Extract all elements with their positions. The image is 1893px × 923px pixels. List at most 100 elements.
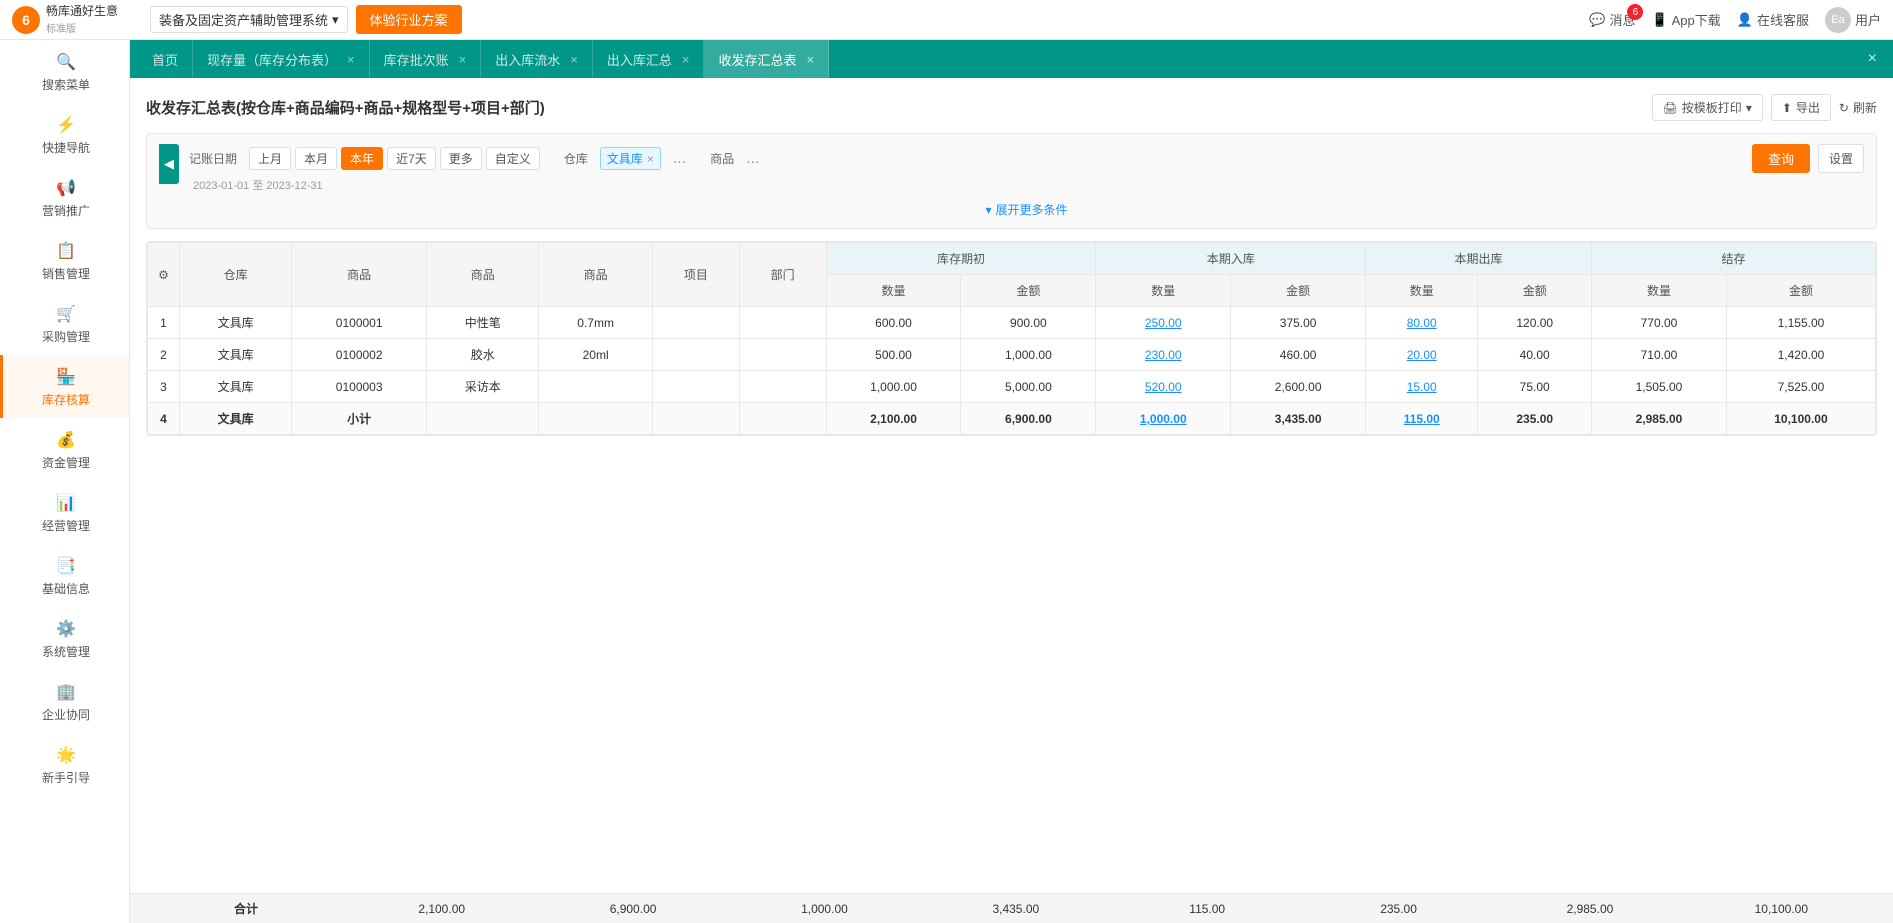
app-download-button[interactable]: 📱 App下载 [1651, 10, 1720, 29]
experience-button[interactable]: 体验行业方案 [356, 5, 462, 34]
sidebar-label-system: 系统管理 [42, 643, 90, 660]
row3-out-qty[interactable]: 15.00 [1366, 371, 1478, 403]
query-button[interactable]: 查询 [1752, 144, 1810, 173]
operations-icon: 📊 [56, 493, 76, 513]
row1-balance-amt: 1,155.00 [1726, 307, 1875, 339]
total-in-qty: 1,000.00 [729, 902, 920, 916]
sidebar-item-guide[interactable]: 🌟 新手引导 [0, 733, 129, 796]
opening-amt-header: 金额 [961, 275, 1096, 307]
goods-more-btn[interactable]: ... [746, 150, 759, 168]
tab-stock-dist[interactable]: 现存量（库存分布表） × [193, 40, 370, 78]
date-btn-this-month[interactable]: 本月 [295, 147, 337, 170]
row3-opening-qty: 1,000.00 [826, 371, 961, 403]
export-button[interactable]: ⬆ 导出 [1771, 94, 1831, 121]
logo-text-area: 畅库通好生意 标准版 [46, 4, 118, 35]
filter-expand-row: ▾ 展开更多条件 [189, 201, 1864, 218]
table-subtotal-row: 4 文具库 小计 2,100.00 6,900.00 1,000.00 [148, 403, 1876, 435]
date-btn-last-month[interactable]: 上月 [249, 147, 291, 170]
user-area[interactable]: Ea 用户 [1825, 7, 1881, 33]
tab-summary[interactable]: 出入库汇总 × [593, 40, 705, 78]
expand-icon: ▾ [985, 203, 991, 217]
sidebar-item-finance[interactable]: 💰 资金管理 [0, 418, 129, 481]
print-button[interactable]: 🖨 按模板打印 ▾ [1652, 94, 1763, 121]
refresh-button[interactable]: ↻ 刷新 [1839, 99, 1877, 116]
row3-in-qty[interactable]: 520.00 [1096, 371, 1231, 403]
tab-bar-close-all[interactable]: × [1860, 50, 1885, 68]
subtotal-empty1 [427, 403, 539, 435]
row2-warehouse: 文具库 [180, 339, 292, 371]
sidebar-label-basic: 基础信息 [42, 580, 90, 597]
sidebar-item-quick[interactable]: ⚡ 快捷导航 [0, 103, 129, 166]
expand-conditions-btn[interactable]: ▾ 展开更多条件 [985, 201, 1067, 218]
table-header-group-row: ⚙ 仓库 商品 商品 商品 项目 部门 库存期初 本期入库 本期出库 [148, 243, 1876, 275]
sidebar-label-marketing: 营销推广 [42, 202, 90, 219]
table-settings-icon: ⚙ [158, 268, 169, 282]
avatar: Ea [1825, 7, 1851, 33]
table-row: 3 文具库 0100003 采访本 1,000.00 5,000.00 520.… [148, 371, 1876, 403]
online-service-button[interactable]: 👤 在线客服 [1737, 10, 1809, 29]
warehouse-more-btn[interactable]: ... [673, 150, 686, 168]
tab-flow[interactable]: 出入库流水 × [481, 40, 593, 78]
tab-bar: 首页 现存量（库存分布表） × 库存批次账 × 出入库流水 × 出入库汇总 × … [130, 40, 1893, 78]
date-btn-custom[interactable]: 自定义 [486, 147, 540, 170]
marketing-icon: 📢 [56, 178, 76, 198]
print-dropdown-icon: ▾ [1746, 101, 1752, 115]
subtotal-out-qty[interactable]: 115.00 [1366, 403, 1478, 435]
subtotal-out-amt: 235.00 [1478, 403, 1592, 435]
tab-home[interactable]: 首页 [138, 40, 193, 78]
total-opening-amt: 6,900.00 [537, 902, 728, 916]
date-btn-this-year[interactable]: 本年 [341, 147, 383, 170]
messages-button[interactable]: 💬 消息 6 [1589, 10, 1635, 29]
row2-out-qty[interactable]: 20.00 [1366, 339, 1478, 371]
sidebar-item-sales[interactable]: 📋 销售管理 [0, 229, 129, 292]
row1-department [739, 307, 826, 339]
tab-batch[interactable]: 库存批次账 × [370, 40, 482, 78]
sidebar-item-system[interactable]: ⚙️ 系统管理 [0, 607, 129, 670]
row2-opening-amt: 1,000.00 [961, 339, 1096, 371]
basic-icon: 📑 [56, 556, 76, 576]
in-group-header: 本期入库 [1096, 243, 1366, 275]
filter-bar: ◀ 记账日期 上月 本月 本年 近7天 更多 自定义 [146, 133, 1877, 229]
row1-in-qty[interactable]: 250.00 [1096, 307, 1231, 339]
settings-button[interactable]: 设置 [1818, 144, 1864, 173]
opening-qty-header: 数量 [826, 275, 961, 307]
sidebar-item-purchase[interactable]: 🛒 采购管理 [0, 292, 129, 355]
sidebar-item-marketing[interactable]: 📢 营销推广 [0, 166, 129, 229]
subtotal-in-qty[interactable]: 1,000.00 [1096, 403, 1231, 435]
header-left: 6 畅库通好生意 标准版 装备及固定资产辅助管理系统 ▾ 体验行业方案 [12, 4, 462, 35]
row3-num: 3 [148, 371, 180, 403]
sidebar-item-basic[interactable]: 📑 基础信息 [0, 544, 129, 607]
system-title[interactable]: 装备及固定资产辅助管理系统 ▾ [150, 6, 348, 33]
subtotal-empty2 [539, 403, 653, 435]
tab-recv-send[interactable]: 收发存汇总表 × [704, 40, 829, 78]
sidebar-item-operations[interactable]: 📊 经营管理 [0, 481, 129, 544]
sidebar-item-search[interactable]: 🔍 搜索菜单 [0, 40, 129, 103]
tab-summary-close[interactable]: × [682, 52, 690, 67]
subtotal-balance-qty: 2,985.00 [1592, 403, 1727, 435]
row2-in-qty[interactable]: 230.00 [1096, 339, 1231, 371]
row1-out-qty[interactable]: 80.00 [1366, 307, 1478, 339]
sidebar-item-enterprise[interactable]: 🏢 企业协同 [0, 670, 129, 733]
warehouse-tag: 文具库 × [600, 147, 661, 170]
date-btn-more[interactable]: 更多 [440, 147, 482, 170]
row3-balance-qty: 1,505.00 [1592, 371, 1727, 403]
tab-flow-close[interactable]: × [570, 52, 578, 67]
avatar-text: Ea [1831, 14, 1844, 26]
warehouse-tag-close[interactable]: × [647, 152, 654, 166]
message-badge: 6 [1627, 4, 1643, 20]
row2-project [652, 339, 739, 371]
tab-batch-close[interactable]: × [459, 52, 467, 67]
row2-balance-amt: 1,420.00 [1726, 339, 1875, 371]
row2-balance-qty: 710.00 [1592, 339, 1727, 371]
sidebar-item-inventory[interactable]: 🏪 库存核算 [0, 355, 129, 418]
row3-opening-amt: 5,000.00 [961, 371, 1096, 403]
tab-recv-send-close[interactable]: × [806, 52, 814, 67]
filter-collapse-btn[interactable]: ◀ [159, 144, 179, 184]
row3-spec [539, 371, 653, 403]
opening-group-header: 库存期初 [826, 243, 1096, 275]
inventory-icon: 🏪 [56, 367, 76, 387]
settings-col-header[interactable]: ⚙ [148, 243, 180, 307]
row3-balance-amt: 7,525.00 [1726, 371, 1875, 403]
date-btn-7days[interactable]: 近7天 [387, 147, 436, 170]
tab-stock-dist-close[interactable]: × [347, 52, 355, 67]
